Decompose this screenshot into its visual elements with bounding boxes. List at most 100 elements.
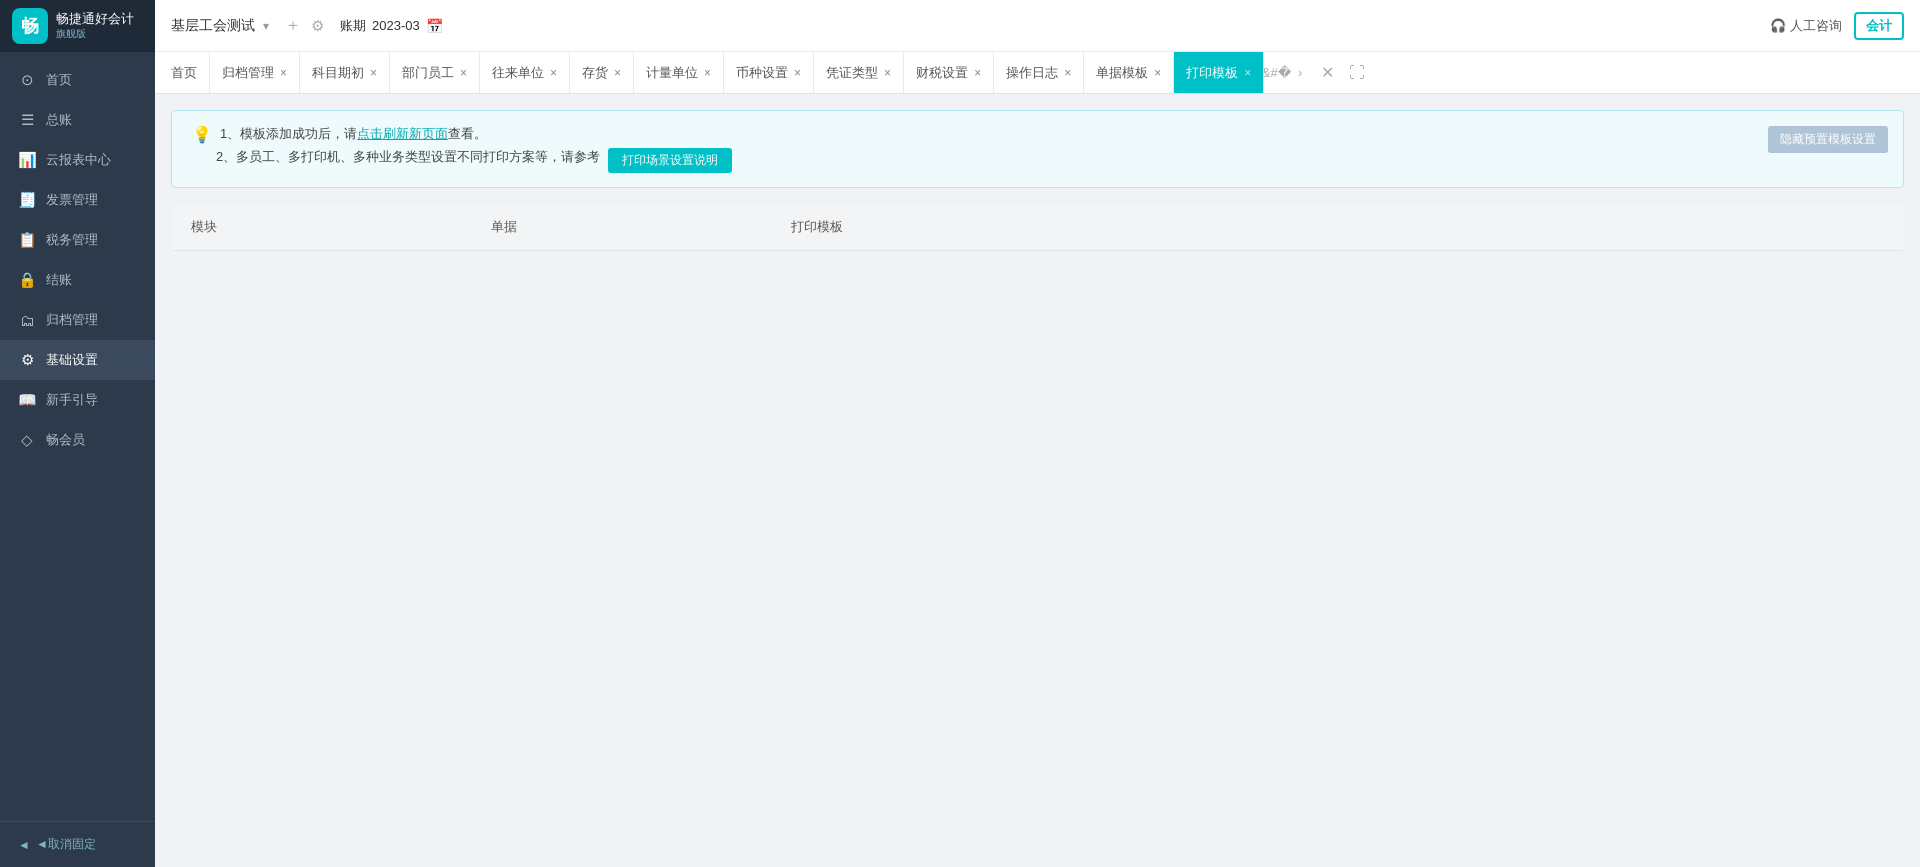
sidebar-label-checkout: 结账	[46, 271, 72, 289]
period-label: 账期	[340, 17, 366, 35]
pin-icon: ◄	[18, 838, 30, 852]
logo-name: 畅捷通好会计	[56, 11, 134, 28]
tab-close-inventory[interactable]: ×	[614, 66, 621, 80]
tab-operation-log[interactable]: 操作日志 ×	[994, 52, 1084, 94]
settings-icon[interactable]: ⚙	[311, 17, 324, 35]
print-scene-button[interactable]: 打印场景设置说明	[608, 148, 732, 173]
ledger-icon: ☰	[18, 111, 36, 129]
tab-unit[interactable]: 计量单位×	[634, 52, 724, 94]
tab-currency[interactable]: 币种设置 ×	[724, 52, 814, 94]
tab-close-print-template[interactable]: ×	[1244, 66, 1251, 80]
tab-close-unit[interactable]: ×	[704, 66, 711, 80]
chevron-down-icon: ▾	[263, 19, 269, 33]
close-all-tabs-button[interactable]: ✕	[1312, 52, 1342, 94]
info-row-1: 💡 1、模板添加成功后，请 点击刷新新页面 查看。	[192, 125, 1883, 144]
tab-subject-init[interactable]: 科目期初 ×	[300, 52, 390, 94]
tab-archive-mgmt[interactable]: 归档管理 ×	[210, 52, 300, 94]
info-panel: 💡 1、模板添加成功后，请 点击刷新新页面 查看。 2、多员工、多打印机、多种业…	[171, 110, 1904, 188]
tab-label-single-template: 单据模板	[1096, 64, 1148, 82]
sidebar-item-invoice[interactable]: 🧾发票管理	[0, 180, 155, 220]
tab-close-subject-init[interactable]: ×	[370, 66, 377, 80]
sidebar: 畅 畅捷通好会计 旗舰版 ⊙ 首页 ☰ 总账 📊云报表中心🧾发票管理 📋 税务管理 🔒 结账 🗂归…	[0, 0, 155, 867]
tab-label-tax-settings: 财税设置	[916, 64, 968, 82]
sidebar-label-tax: 税务管理	[46, 231, 98, 249]
tab-close-dept-staff[interactable]: ×	[460, 66, 467, 80]
tab-close-archive-mgmt[interactable]: ×	[280, 66, 287, 80]
sidebar-item-archive[interactable]: 🗂归档管理	[0, 300, 155, 340]
info-row-2: 2、多员工、多打印机、多种业务类型设置不同打印方案等，请参考 打印场景设置说明	[216, 148, 1883, 173]
tab-dept-staff[interactable]: 部门员工 ×	[390, 52, 480, 94]
tab-next-button[interactable]: ›	[1288, 52, 1312, 94]
sidebar-label-reports: 云报表中心	[46, 151, 111, 169]
main-area: 基层工会测试 ▾ ＋ ⚙ 账期 2023-03 📅 🎧 人工咨询 会计 首页归档…	[155, 0, 1920, 867]
tab-label-dept-staff: 部门员工	[402, 64, 454, 82]
sidebar-item-reports[interactable]: 📊云报表中心	[0, 140, 155, 180]
tab-label-operation-log: 操作日志	[1006, 64, 1058, 82]
company-selector[interactable]: 基层工会测试 ▾	[171, 17, 269, 35]
tab-close-supplier[interactable]: ×	[550, 66, 557, 80]
tab-close-currency[interactable]: ×	[794, 66, 801, 80]
checkout-icon: 🔒	[18, 271, 36, 289]
home-icon: ⊙	[18, 71, 36, 89]
tab-label-subject-init: 科目期初	[312, 64, 364, 82]
content-wrapper: 隐藏预置模板设置 💡 1、模板添加成功后，请 点击刷新新页面 查看。 2、多员工…	[171, 110, 1904, 251]
tab-prev-button[interactable]: &#�	[1264, 52, 1288, 94]
invoice-icon: 🧾	[18, 191, 36, 209]
sidebar-logo: 畅 畅捷通好会计 旗舰版	[0, 0, 155, 52]
content-area: 隐藏预置模板设置 💡 1、模板添加成功后，请 点击刷新新页面 查看。 2、多员工…	[155, 94, 1920, 867]
sidebar-label-ledger: 总账	[46, 111, 72, 129]
tab-label-currency: 币种设置	[736, 64, 788, 82]
calendar-icon[interactable]: 📅	[426, 18, 443, 34]
sidebar-item-ledger[interactable]: ☰ 总账	[0, 100, 155, 140]
sidebar-item-home[interactable]: ⊙ 首页	[0, 60, 155, 100]
tab-close-tax-settings[interactable]: ×	[974, 66, 981, 80]
tab-label-print-template: 打印模板	[1186, 64, 1238, 82]
sidebar-item-member[interactable]: ◇畅会员	[0, 420, 155, 460]
period-display: 账期 2023-03 📅	[340, 17, 443, 35]
hide-preview-button[interactable]: 隐藏预置模板设置	[1768, 126, 1888, 153]
tab-close-single-template[interactable]: ×	[1154, 66, 1161, 80]
settings-icon: ⚙	[18, 351, 36, 369]
tab-print-template[interactable]: 打印模板 ×	[1174, 52, 1264, 94]
sidebar-item-tax[interactable]: 📋 税务管理	[0, 220, 155, 260]
add-tab-button[interactable]: ＋	[285, 15, 301, 36]
sidebar-label-home: 首页	[46, 71, 72, 89]
tab-inventory[interactable]: 存货 ×	[570, 52, 634, 94]
tab-close-operation-log[interactable]: ×	[1064, 66, 1071, 80]
print-template-table: 模块 单据 打印模板	[171, 204, 1904, 251]
refresh-link[interactable]: 点击刷新新页面	[357, 125, 448, 143]
tab-home[interactable]: 首页	[159, 52, 210, 94]
tabbar: 首页归档管理×科目期初×部门员工×往来单位×存货×计量单位×币种设置×凭证类型×…	[155, 52, 1920, 94]
accountant-button[interactable]: 会计	[1854, 12, 1904, 40]
period-value: 2023-03	[372, 18, 420, 33]
cancel-pin-label: ◄取消固定	[36, 836, 96, 853]
tab-close-voucher-type[interactable]: ×	[884, 66, 891, 80]
support-button[interactable]: 🎧 人工咨询	[1770, 17, 1842, 35]
info-line2-prefix: 2、多员工、多打印机、多种业务类型设置不同打印方案等，请参考	[216, 148, 600, 166]
sidebar-menu: ⊙ 首页 ☰ 总账 📊云报表中心🧾发票管理 📋 税务管理 🔒 结账 🗂归档管理⚙基础设置📖新手引导…	[0, 52, 155, 821]
sidebar-label-guide: 新手引导	[46, 391, 98, 409]
company-name: 基层工会测试	[171, 17, 255, 35]
sidebar-label-member: 畅会员	[46, 431, 85, 449]
table-header: 模块 单据 打印模板	[171, 204, 1904, 251]
sidebar-item-settings[interactable]: ⚙基础设置	[0, 340, 155, 380]
tab-voucher-type[interactable]: 凭证类型×	[814, 52, 904, 94]
topbar-actions: ＋ ⚙	[285, 15, 324, 36]
sidebar-item-guide[interactable]: 📖新手引导	[0, 380, 155, 420]
topbar: 基层工会测试 ▾ ＋ ⚙ 账期 2023-03 📅 🎧 人工咨询 会计	[155, 0, 1920, 52]
tab-single-template[interactable]: 单据模板 ×	[1084, 52, 1174, 94]
expand-button[interactable]: ⛶	[1342, 52, 1372, 94]
tax-icon: 📋	[18, 231, 36, 249]
headset-icon: 🎧	[1770, 18, 1786, 33]
tab-label-archive-mgmt: 归档管理	[222, 64, 274, 82]
tab-label-inventory: 存货	[582, 64, 608, 82]
sidebar-item-checkout[interactable]: 🔒 结账	[0, 260, 155, 300]
bulb-icon: 💡	[192, 125, 212, 144]
tab-tax-settings[interactable]: 财税设置 ×	[904, 52, 994, 94]
logo-sub: 旗舰版	[56, 27, 134, 41]
tab-supplier[interactable]: 往来单位 ×	[480, 52, 570, 94]
support-label: 人工咨询	[1790, 17, 1842, 35]
cancel-pin-button[interactable]: ◄ ◄取消固定	[0, 821, 155, 867]
tab-label-supplier: 往来单位	[492, 64, 544, 82]
info-line1-suffix: 查看。	[448, 125, 487, 143]
